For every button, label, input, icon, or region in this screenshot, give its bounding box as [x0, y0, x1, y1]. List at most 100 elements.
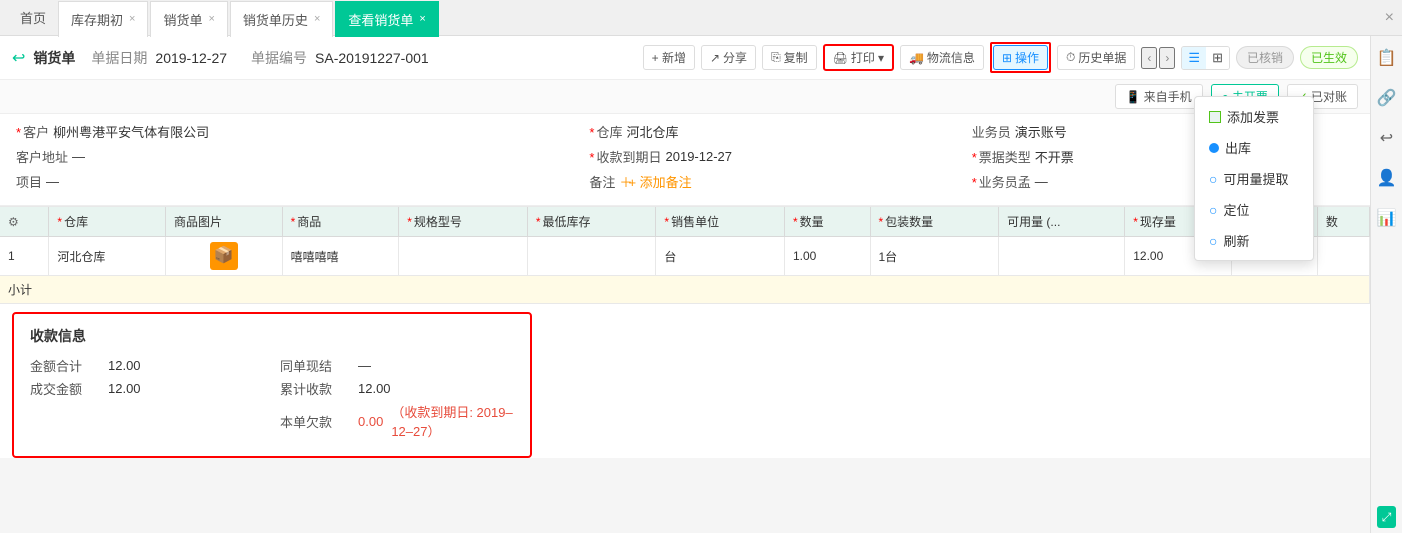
radio-icon-1: ○	[1209, 171, 1217, 187]
col-pkg-qty: 包装数量	[870, 207, 999, 237]
operation-dropdown: 添加发票 出库 ○ 可用量提取 ○ 定位 ○ 刷新	[1194, 96, 1314, 261]
cumulative-value: 12.00	[358, 381, 391, 396]
from-phone-button[interactable]: 📱 来自手机	[1115, 84, 1203, 109]
window-close-button[interactable]: ×	[1385, 9, 1394, 27]
table-row: 1 河北仓库 📦 嘻嘻嘻嘻 台 1.00 1台 12.00 0.	[0, 237, 1370, 276]
warehouse-value: 河北仓库	[627, 122, 679, 141]
cell-index: 1	[0, 237, 49, 276]
number-value: SA-20191227-001	[315, 50, 429, 66]
cell-image: 📦	[166, 237, 283, 276]
tab-inventory-init[interactable]: 库存期初 ×	[58, 1, 148, 37]
dropdown-outbound[interactable]: 出库	[1195, 132, 1313, 163]
dropdown-add-invoice[interactable]: 添加发票	[1195, 101, 1313, 132]
date-value: 2019-12-27	[155, 50, 227, 66]
same-order-value: —	[358, 358, 371, 373]
amount-total-label: 金额合计	[30, 356, 100, 375]
same-order-row: 同单现结 —	[280, 356, 514, 375]
due-date-value: 2019-12-27	[666, 149, 733, 164]
staff2-label: 业务员孟	[972, 172, 1031, 191]
sidebar-icon-2[interactable]: 🔗	[1373, 84, 1401, 112]
dropdown-available-qty[interactable]: ○ 可用量提取	[1195, 163, 1313, 194]
transaction-label: 成交金额	[30, 379, 100, 398]
history-icon: ⏱	[1066, 50, 1075, 65]
close-tab-view-sales[interactable]: ×	[419, 13, 425, 25]
share-button[interactable]: ↗ 分享	[701, 45, 756, 70]
copy-button[interactable]: ⎘ 复制	[762, 45, 817, 70]
print-button[interactable]: 🖨 打印 ▾	[823, 44, 894, 71]
col-qty: 数量	[784, 207, 870, 237]
cell-spec	[399, 237, 528, 276]
tab-home[interactable]: 首页	[8, 8, 58, 27]
history-button[interactable]: ⏱ 历史单据	[1057, 45, 1135, 70]
customer-label: 客户	[16, 122, 49, 141]
cell-extra	[1317, 237, 1369, 276]
dropdown-locate[interactable]: ○ 定位	[1195, 194, 1313, 225]
col-spec: 规格型号	[399, 207, 528, 237]
dropdown-refresh[interactable]: ○ 刷新	[1195, 225, 1313, 256]
prev-button[interactable]: ‹	[1141, 47, 1157, 69]
operation-button[interactable]: ⊞ 操作	[993, 45, 1048, 70]
col-available: 可用量 (...	[999, 207, 1125, 237]
nav-arrows: ‹ ›	[1141, 47, 1175, 69]
due-date-field: 收款到期日 2019-12-27	[589, 147, 971, 166]
subtotal-row: 小计	[0, 276, 1370, 304]
tab-sales-history[interactable]: 销货单历史 ×	[230, 1, 333, 37]
available-qty-label: 可用量提取	[1223, 169, 1288, 188]
form-title-area: ↩ 销货单 单据日期 2019-12-27 单据编号 SA-20191227-0…	[12, 48, 429, 68]
sidebar-icon-5[interactable]: 📊	[1373, 204, 1401, 232]
cell-unit: 台	[656, 237, 785, 276]
phone-icon: 📱	[1126, 90, 1141, 104]
outbound-icon	[1209, 143, 1219, 153]
tab-sales-order[interactable]: 销货单 ×	[150, 1, 227, 37]
warehouse-label: 仓库	[589, 122, 622, 141]
form-actions: + 新增 ↗ 分享 ⎘ 复制 🖨 打印 ▾ 🚚 物流信息	[643, 42, 1358, 73]
cumulative-row: 累计收款 12.00	[280, 379, 514, 398]
close-tab-sales[interactable]: ×	[208, 13, 214, 25]
col-settings[interactable]: ⚙	[0, 207, 49, 237]
subtotal-label: 小计	[8, 283, 32, 297]
cell-warehouse: 河北仓库	[49, 237, 166, 276]
cancelled-badge: 已核销	[1236, 46, 1294, 69]
payment-grid: 金额合计 12.00 成交金额 12.00 同单现结 — 累计收款	[30, 356, 514, 444]
list-view-button[interactable]: ☰	[1182, 47, 1206, 69]
arrears-date: 2019–12–27	[391, 405, 512, 439]
arrears-note: （收款到期日: 2019–12–27）	[391, 402, 514, 440]
col-min-stock: 最低库存	[527, 207, 656, 237]
logistics-button[interactable]: 🚚 物流信息	[900, 45, 984, 70]
next-button[interactable]: ›	[1159, 47, 1175, 69]
cumulative-label: 累计收款	[280, 379, 350, 398]
sidebar-icon-3[interactable]: ↩	[1376, 124, 1397, 152]
radio-icon-3: ○	[1209, 233, 1217, 249]
settings-icon[interactable]: ⚙	[8, 215, 19, 229]
close-tab-inventory[interactable]: ×	[129, 13, 135, 25]
share-icon: ↗	[710, 51, 720, 65]
date-label: 单据日期	[91, 48, 147, 68]
grid-view-button[interactable]: ⊞	[1206, 47, 1229, 69]
close-tab-history[interactable]: ×	[314, 13, 320, 25]
fields-row-3: 项目 — 备注 ＋ + 添加备注 业务员孟 —	[16, 172, 1354, 191]
new-button[interactable]: + 新增	[643, 45, 695, 70]
staff2-value: —	[1035, 174, 1048, 189]
due-date-label: 收款到期日	[589, 147, 661, 166]
sidebar-icon-4[interactable]: 👤	[1373, 164, 1401, 192]
col-warehouse: 仓库	[49, 207, 166, 237]
print-arrow: ▾	[878, 51, 884, 65]
customer-value: 柳州粤港平安气体有限公司	[53, 122, 209, 141]
add-note-button[interactable]: ＋ + 添加备注	[619, 172, 691, 191]
table-header-row: ⚙ 仓库 商品图片 商品 规格型号 最低库存 销售单位 数量 包装数量 可用量 …	[0, 207, 1370, 237]
cell-qty: 1.00	[784, 237, 870, 276]
staff-value: 演示账号	[1015, 122, 1067, 141]
ticket-type-label: 票据类型	[972, 147, 1031, 166]
arrears-value: 0.00	[358, 414, 383, 429]
form-title: 销货单	[33, 48, 75, 68]
warehouse-field: 仓库 河北仓库	[589, 122, 971, 141]
main-content: ↩ 销货单 单据日期 2019-12-27 单据编号 SA-20191227-0…	[0, 36, 1370, 458]
sidebar-icon-1[interactable]: 📋	[1373, 44, 1401, 72]
same-order-label: 同单现结	[280, 356, 350, 375]
view-toggle: ☰ ⊞	[1181, 46, 1230, 70]
col-image: 商品图片	[166, 207, 283, 237]
grid-icon: ⊞	[1002, 51, 1012, 65]
transaction-row: 成交金额 12.00	[30, 379, 264, 398]
tab-view-sales[interactable]: 查看销货单 ×	[335, 1, 438, 37]
expand-icon[interactable]: ⤢	[1377, 506, 1397, 528]
